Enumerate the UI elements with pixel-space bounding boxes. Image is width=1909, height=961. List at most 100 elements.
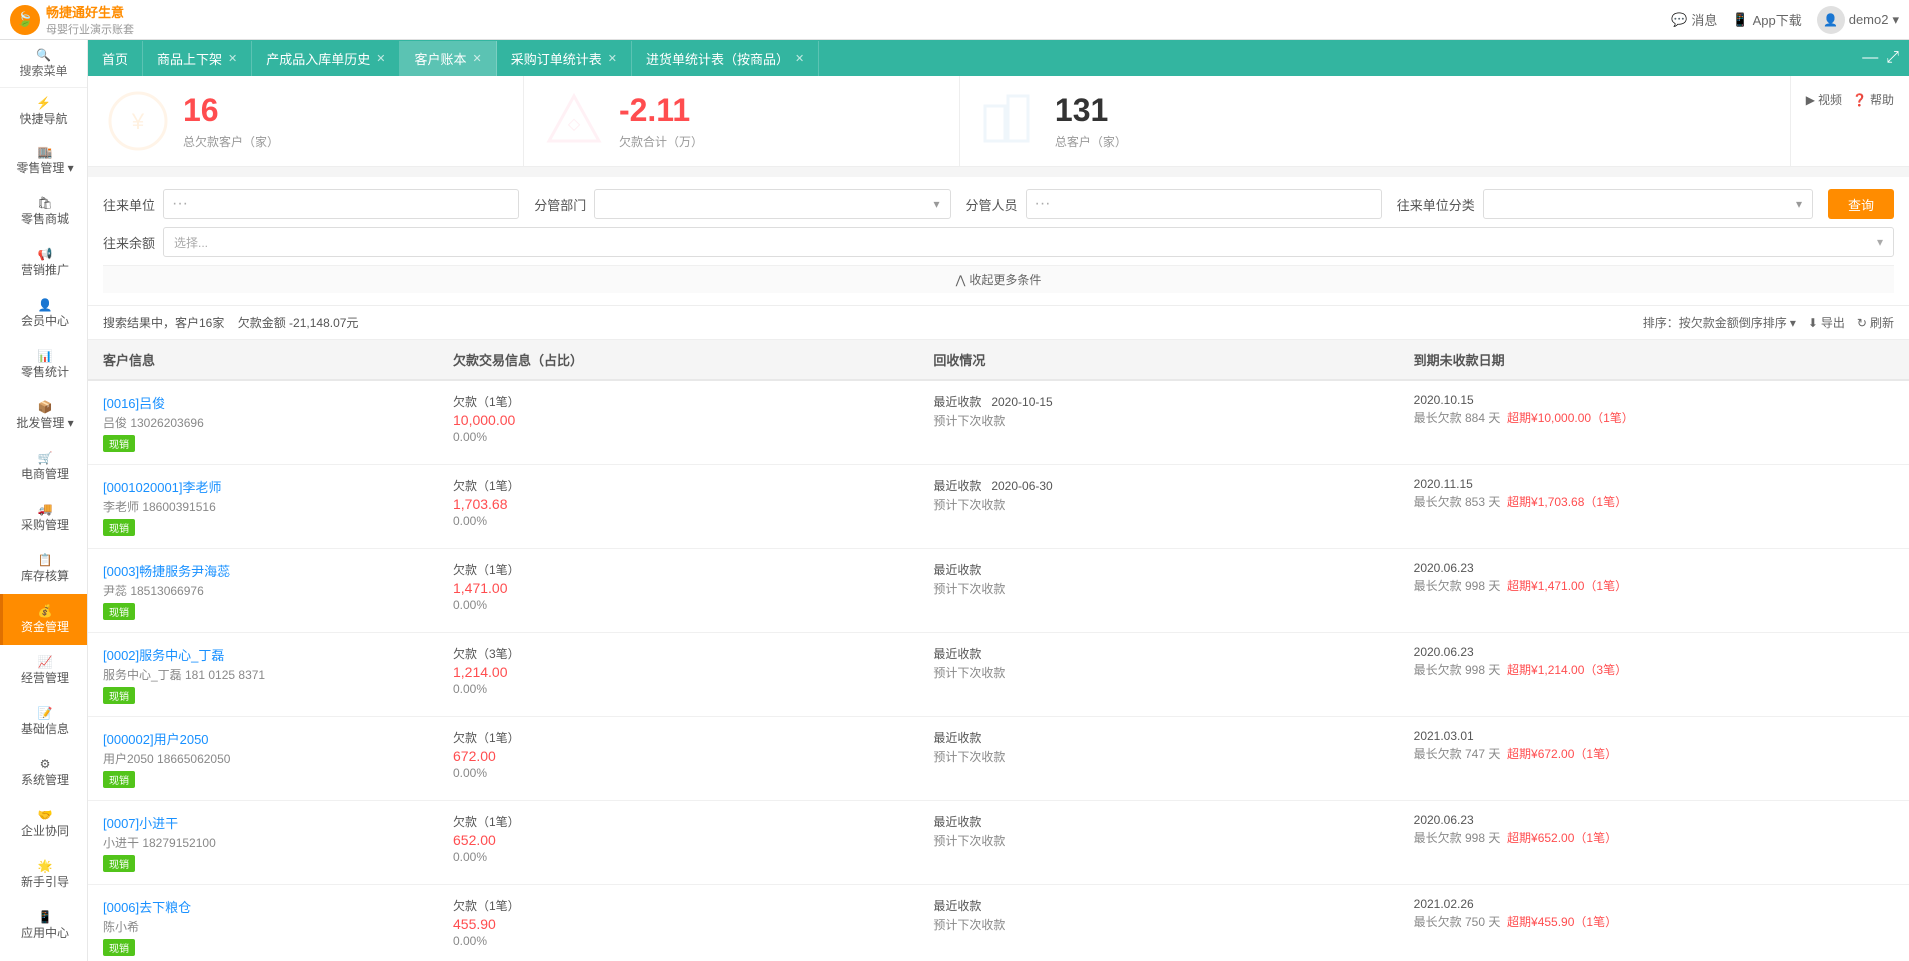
tab-purchase-close[interactable]: ✕ <box>608 52 617 65</box>
customer-tag: 现销 <box>103 687 135 704</box>
overdue-link[interactable]: 超期¥672.00（1笔） <box>1507 747 1617 761</box>
sort-label[interactable]: 排序：按欠款金额倒序排序 ▾ <box>1643 314 1796 331</box>
sidebar-item-enterprise[interactable]: 🤝 企业协同 <box>0 798 87 849</box>
user-menu[interactable]: 👤 demo2 ▾ <box>1817 6 1899 34</box>
search-menu-item[interactable]: 🔍 搜索菜单 <box>0 40 87 88</box>
sidebar-item-finance[interactable]: 💰 资金管理 <box>0 594 87 645</box>
sidebar-item-system[interactable]: ⚙ 系统管理 <box>0 747 87 798</box>
debt-amount[interactable]: 672.00 <box>453 748 933 764</box>
tab-products-on-off[interactable]: 商品上下架 ✕ <box>143 41 252 76</box>
debt-amount[interactable]: 1,214.00 <box>453 664 933 680</box>
help-btn[interactable]: ❓ 帮助 <box>1852 91 1894 108</box>
customer-tag: 现销 <box>103 939 135 956</box>
sidebar-item-retail-mgmt[interactable]: 🏬 零售管理 ▾ <box>0 135 87 186</box>
overdue-link[interactable]: 超期¥652.00（1笔） <box>1507 831 1617 845</box>
customer-name-link[interactable]: [0003]畅捷服务尹海蕊 <box>103 561 453 580</box>
sidebar-item-quick-nav[interactable]: ⚡ 快捷导航 <box>0 88 87 135</box>
tab-customer-close[interactable]: ✕ <box>473 52 482 65</box>
logo-area: 🍃 畅捷通好生意 母婴行业演示账套 <box>10 2 134 37</box>
customer-phone: 尹蕊 18513066976 <box>103 582 453 599</box>
total-customers-label: 总客户（家） <box>1055 133 1127 150</box>
tab-minimize-icon[interactable]: — <box>1862 49 1878 67</box>
tab-production-close[interactable]: ✕ <box>376 52 385 65</box>
category-select[interactable]: ▾ <box>1483 189 1813 219</box>
tab-home[interactable]: 首页 <box>88 41 143 76</box>
debt-info-cell: 欠款（1笔） 1,471.00 0.00% <box>453 561 933 612</box>
app-download-btn[interactable]: 📱 App下载 <box>1732 10 1801 29</box>
debt-percent: 0.00% <box>453 934 933 948</box>
sidebar-item-purchase[interactable]: 🚚 采购管理 <box>0 492 87 543</box>
sidebar-item-operations[interactable]: 📈 经营管理 <box>0 645 87 696</box>
system-icon: ⚙ <box>8 757 82 771</box>
collapse-row[interactable]: ⋀ 收起更多条件 <box>103 265 1894 293</box>
overdue-link[interactable]: 超期¥1,703.68（1笔） <box>1507 495 1627 509</box>
tab-import-label: 进货单统计表（按商品） <box>646 49 789 68</box>
sidebar-item-stock[interactable]: 📋 库存核算 <box>0 543 87 594</box>
message-icon: 💬 <box>1671 12 1687 28</box>
sidebar-item-newbie[interactable]: 🌟 新手引导 <box>0 849 87 900</box>
col-customer-info: 客户信息 <box>103 350 453 369</box>
customer-info-cell: [0003]畅捷服务尹海蕊 尹蕊 18513066976 现销 <box>103 561 453 620</box>
query-button[interactable]: 查询 <box>1828 189 1894 219</box>
customer-name-link[interactable]: [0006]去下粮仓 <box>103 897 453 916</box>
customer-name-link[interactable]: [000002]用户2050 <box>103 729 453 748</box>
tab-bar-actions: — ⤢ <box>1852 49 1909 67</box>
customer-name-link[interactable]: [0002]服务中心_丁磊 <box>103 645 453 664</box>
video-btn[interactable]: ▶ 视频 <box>1806 91 1842 108</box>
recovery-cell: 最近收款 预计下次收款 <box>933 897 1413 933</box>
sidebar-item-member[interactable]: 👤 会员中心 <box>0 288 87 339</box>
customer-name-link[interactable]: [0007]小进干 <box>103 813 453 832</box>
tab-import-stats[interactable]: 进货单统计表（按商品） ✕ <box>632 41 819 76</box>
sidebar-item-ecommerce[interactable]: 🛒 电商管理 <box>0 441 87 492</box>
tab-expand-icon[interactable]: ⤢ <box>1886 49 1899 67</box>
sidebar-item-marketing[interactable]: 📢 营销推广 <box>0 237 87 288</box>
tab-purchase-order[interactable]: 采购订单统计表 ✕ <box>497 41 632 76</box>
debt-amount[interactable]: 10,000.00 <box>453 412 933 428</box>
customer-info-cell: [0002]服务中心_丁磊 服务中心_丁磊 181 0125 8371 现销 <box>103 645 453 704</box>
sidebar-item-retail-stats[interactable]: 📊 零售统计 <box>0 339 87 390</box>
overdue-days: 最长欠款 747 天 超期¥672.00（1笔） <box>1414 745 1894 762</box>
sort-down-icon: ▾ <box>1790 316 1796 330</box>
debt-amount[interactable]: 1,703.68 <box>453 496 933 512</box>
debt-amount[interactable]: 1,471.00 <box>453 580 933 596</box>
from-unit-input[interactable]: ··· <box>163 189 519 219</box>
tab-import-close[interactable]: ✕ <box>795 52 804 65</box>
sidebar-item-retail-mall[interactable]: 🛍 零售商城 <box>0 186 87 237</box>
tab-production-history[interactable]: 产成品入库单历史 ✕ <box>252 41 400 76</box>
message-btn[interactable]: 💬 消息 <box>1671 10 1717 29</box>
stat-debt-amount: ◇ -2.11 欠款合计（万） <box>524 76 960 166</box>
overdue-link[interactable]: 超期¥1,471.00（1笔） <box>1507 579 1627 593</box>
overdue-days: 最长欠款 998 天 超期¥1,214.00（3笔） <box>1414 661 1894 678</box>
debt-percent: 0.00% <box>453 850 933 864</box>
balance-select[interactable]: 选择... ▾ <box>163 227 1894 257</box>
overdue-days: 最长欠款 750 天 超期¥455.90（1笔） <box>1414 913 1894 930</box>
overdue-cell: 2020.06.23 最长欠款 998 天 超期¥652.00（1笔） <box>1414 813 1894 846</box>
export-btn[interactable]: ⬇ 导出 <box>1808 314 1845 331</box>
sidebar-item-corp-wechat[interactable]: 💬 企业微信 <box>0 951 87 961</box>
sidebar-item-batch-mgmt[interactable]: 📦 批发管理 ▾ <box>0 390 87 441</box>
last-collection: 最近收款 <box>933 813 1413 830</box>
person-input[interactable]: ··· <box>1026 189 1382 219</box>
overdue-link[interactable]: 超期¥10,000.00（1笔） <box>1507 411 1634 425</box>
overdue-link[interactable]: 超期¥1,214.00（3笔） <box>1507 663 1627 677</box>
overdue-cell: 2020.11.15 最长欠款 853 天 超期¥1,703.68（1笔） <box>1414 477 1894 510</box>
collapse-up-icon: ⋀ <box>956 273 966 287</box>
dept-select[interactable]: ▾ <box>594 189 950 219</box>
customer-name-link[interactable]: [0016]吕俊 <box>103 393 453 412</box>
customer-tag: 现销 <box>103 603 135 620</box>
phone-icon: 📱 <box>1732 12 1748 28</box>
sidebar-item-basic-info[interactable]: 📝 基础信息 <box>0 696 87 747</box>
overdue-link[interactable]: 超期¥455.90（1笔） <box>1507 915 1617 929</box>
overdue-date: 2020.10.15 <box>1414 393 1894 407</box>
debt-amount[interactable]: 652.00 <box>453 832 933 848</box>
sidebar-item-app-center[interactable]: 📱 应用中心 <box>0 900 87 951</box>
refresh-btn[interactable]: ↻ 刷新 <box>1857 314 1894 331</box>
next-collection: 预计下次收款 <box>933 580 1413 597</box>
customer-tag: 现销 <box>103 519 135 536</box>
customer-name-link[interactable]: [0001020001]李老师 <box>103 477 453 496</box>
overdue-days: 最长欠款 884 天 超期¥10,000.00（1笔） <box>1414 409 1894 426</box>
tab-customer-account[interactable]: 客户账本 ✕ <box>400 41 496 76</box>
tab-products-close[interactable]: ✕ <box>228 52 237 65</box>
enterprise-icon: 🤝 <box>8 808 82 822</box>
debt-amount[interactable]: 455.90 <box>453 916 933 932</box>
